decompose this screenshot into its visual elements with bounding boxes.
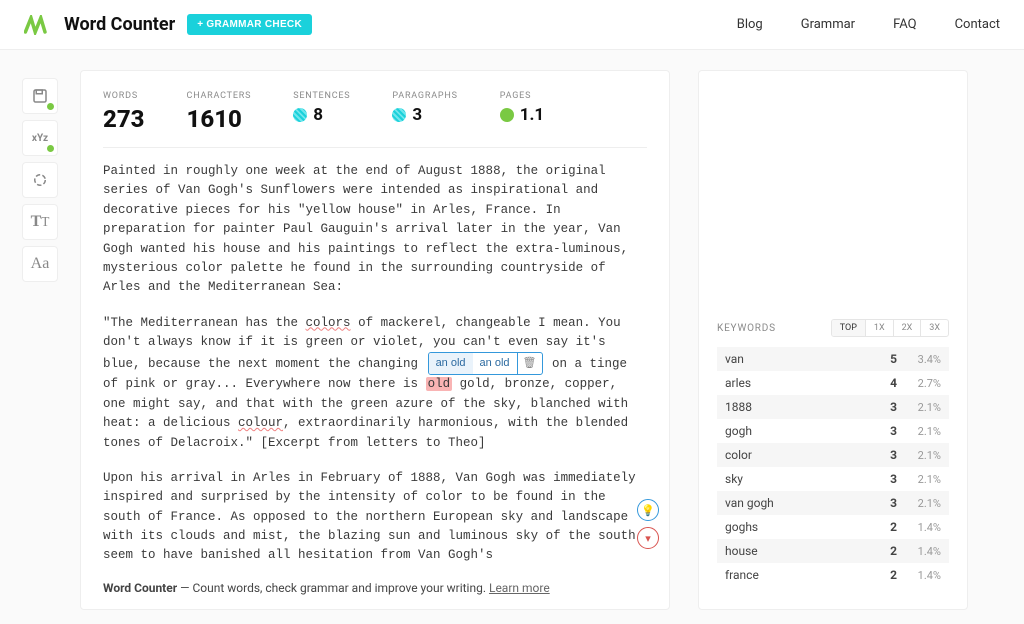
top-bar: Word Counter + GRAMMAR CHECK Blog Gramma… bbox=[0, 0, 1024, 50]
app-title: Word Counter bbox=[64, 14, 175, 35]
words-value: 273 bbox=[103, 105, 145, 133]
keywords-card: KEYWORDS TOP 1X 2X 3X van 5 3.4% arles 4 2.7%… bbox=[698, 70, 968, 610]
keyword-row[interactable]: color 3 2.1% bbox=[717, 443, 949, 467]
font-size-button[interactable]: TT bbox=[22, 204, 58, 240]
refresh-button[interactable] bbox=[22, 162, 58, 198]
grammar-check-button[interactable]: + GRAMMAR CHECK bbox=[187, 14, 312, 35]
tool-rail: xYz TT Aa bbox=[0, 70, 80, 610]
chars-value: 1610 bbox=[187, 105, 252, 133]
learn-more-link[interactable]: Learn more bbox=[489, 581, 550, 595]
keyword-percent: 1.4% bbox=[911, 521, 941, 534]
keyword-count: 3 bbox=[890, 448, 897, 462]
footer-desc: — Count words, check grammar and improve… bbox=[177, 581, 489, 595]
nav-blog[interactable]: Blog bbox=[737, 17, 763, 32]
keyword-word: arles bbox=[725, 376, 751, 390]
paragraph: Painted in roughly one week at the end o… bbox=[103, 162, 647, 298]
keyword-row[interactable]: house 2 1.4% bbox=[717, 539, 949, 563]
disc-icon bbox=[392, 108, 406, 122]
keyword-row[interactable]: goghs 2 1.4% bbox=[717, 515, 949, 539]
spelling-error[interactable]: colors bbox=[306, 316, 351, 330]
pages-label: PAGES bbox=[500, 91, 544, 101]
keyword-word: van bbox=[725, 352, 744, 366]
keyword-row[interactable]: gogh 3 2.1% bbox=[717, 419, 949, 443]
keyword-count: 3 bbox=[890, 496, 897, 510]
keyword-tabs: TOP 1X 2X 3X bbox=[831, 319, 949, 337]
keyword-percent: 2.7% bbox=[911, 377, 941, 390]
spelling-error[interactable]: colour bbox=[238, 416, 283, 430]
nav-contact[interactable]: Contact bbox=[955, 17, 1000, 32]
keyword-word: france bbox=[725, 568, 759, 582]
chars-label: CHARACTERS bbox=[187, 91, 252, 101]
keyword-count: 3 bbox=[890, 424, 897, 438]
footer-line: Word Counter — Count words, check gramma… bbox=[103, 581, 647, 595]
tab-2x[interactable]: 2X bbox=[893, 320, 921, 336]
keyword-count: 2 bbox=[890, 568, 897, 582]
font-family-button[interactable]: Aa bbox=[22, 246, 58, 282]
keyword-percent: 3.4% bbox=[911, 353, 941, 366]
keyword-count: 5 bbox=[890, 352, 897, 366]
keyword-count: 4 bbox=[890, 376, 897, 390]
words-label: WORDS bbox=[103, 91, 145, 101]
tab-3x[interactable]: 3X bbox=[920, 320, 948, 336]
keyword-word: 1888 bbox=[725, 400, 752, 414]
nav-faq[interactable]: FAQ bbox=[893, 17, 916, 32]
paragraphs-value: 3 bbox=[412, 105, 422, 125]
keyword-row[interactable]: sky 3 2.1% bbox=[717, 467, 949, 491]
suggestion-option[interactable]: an old bbox=[473, 353, 517, 374]
keyword-count: 2 bbox=[890, 520, 897, 534]
keyword-word: gogh bbox=[725, 424, 752, 438]
footer-brand: Word Counter bbox=[103, 581, 177, 595]
sentences-label: SENTENCES bbox=[293, 91, 350, 101]
keyword-percent: 1.4% bbox=[911, 545, 941, 558]
keyword-row[interactable]: arles 4 2.7% bbox=[717, 371, 949, 395]
top-nav: Blog Grammar FAQ Contact bbox=[737, 17, 1000, 32]
float-actions: 💡 ▾ bbox=[637, 499, 659, 549]
suggestion-option[interactable]: an old bbox=[429, 353, 473, 374]
disc-icon bbox=[293, 108, 307, 122]
case-button[interactable]: xYz bbox=[22, 120, 58, 156]
keywords-title: KEYWORDS bbox=[717, 323, 776, 334]
keyword-word: van gogh bbox=[725, 496, 774, 510]
keyword-percent: 2.1% bbox=[911, 473, 941, 486]
tab-1x[interactable]: 1X bbox=[865, 320, 893, 336]
save-button[interactable] bbox=[22, 78, 58, 114]
keyword-row[interactable]: 1888 3 2.1% bbox=[717, 395, 949, 419]
dismiss-suggestion-icon[interactable]: 🗑 bbox=[517, 353, 542, 374]
document-text[interactable]: Painted in roughly one week at the end o… bbox=[103, 162, 647, 566]
keyword-row[interactable]: france 2 1.4% bbox=[717, 563, 949, 587]
keyword-row[interactable]: van gogh 3 2.1% bbox=[717, 491, 949, 515]
keyword-percent: 1.4% bbox=[911, 569, 941, 582]
editor-card: WORDS 273 CHARACTERS 1610 SENTENCES 8 PARAG… bbox=[80, 70, 670, 610]
paragraph: "The Mediterranean has the colors of mac… bbox=[103, 314, 647, 453]
paragraph: Upon his arrival in Arles in February of… bbox=[103, 469, 647, 566]
keyword-row[interactable]: van 5 3.4% bbox=[717, 347, 949, 371]
keyword-word: sky bbox=[725, 472, 743, 486]
keyword-percent: 2.1% bbox=[911, 449, 941, 462]
keyword-word: house bbox=[725, 544, 758, 558]
keyword-count: 2 bbox=[890, 544, 897, 558]
error-badge-icon[interactable]: ▾ bbox=[637, 527, 659, 549]
disc-icon bbox=[500, 108, 514, 122]
highlighted-word[interactable]: old bbox=[426, 377, 453, 391]
help-icon[interactable]: 💡 bbox=[637, 499, 659, 521]
nav-grammar[interactable]: Grammar bbox=[801, 17, 855, 32]
keyword-list: van53.4%arles42.7%188832.1%gogh32.1%colo… bbox=[717, 347, 949, 587]
stats-row: WORDS 273 CHARACTERS 1610 SENTENCES 8 PARAG… bbox=[103, 91, 647, 148]
keyword-percent: 2.1% bbox=[911, 425, 941, 438]
keyword-word: color bbox=[725, 448, 752, 462]
keyword-percent: 2.1% bbox=[911, 497, 941, 510]
pages-value: 1.1 bbox=[520, 105, 544, 125]
keyword-word: goghs bbox=[725, 520, 758, 534]
paragraphs-label: PARAGRAPHS bbox=[392, 91, 457, 101]
keyword-count: 3 bbox=[890, 472, 897, 486]
keyword-percent: 2.1% bbox=[911, 401, 941, 414]
tab-top[interactable]: TOP bbox=[832, 320, 865, 336]
suggestion-popup: an oldan old🗑 bbox=[428, 352, 543, 375]
keyword-count: 3 bbox=[890, 400, 897, 414]
logo-icon bbox=[24, 15, 52, 35]
sentences-value: 8 bbox=[313, 105, 323, 125]
